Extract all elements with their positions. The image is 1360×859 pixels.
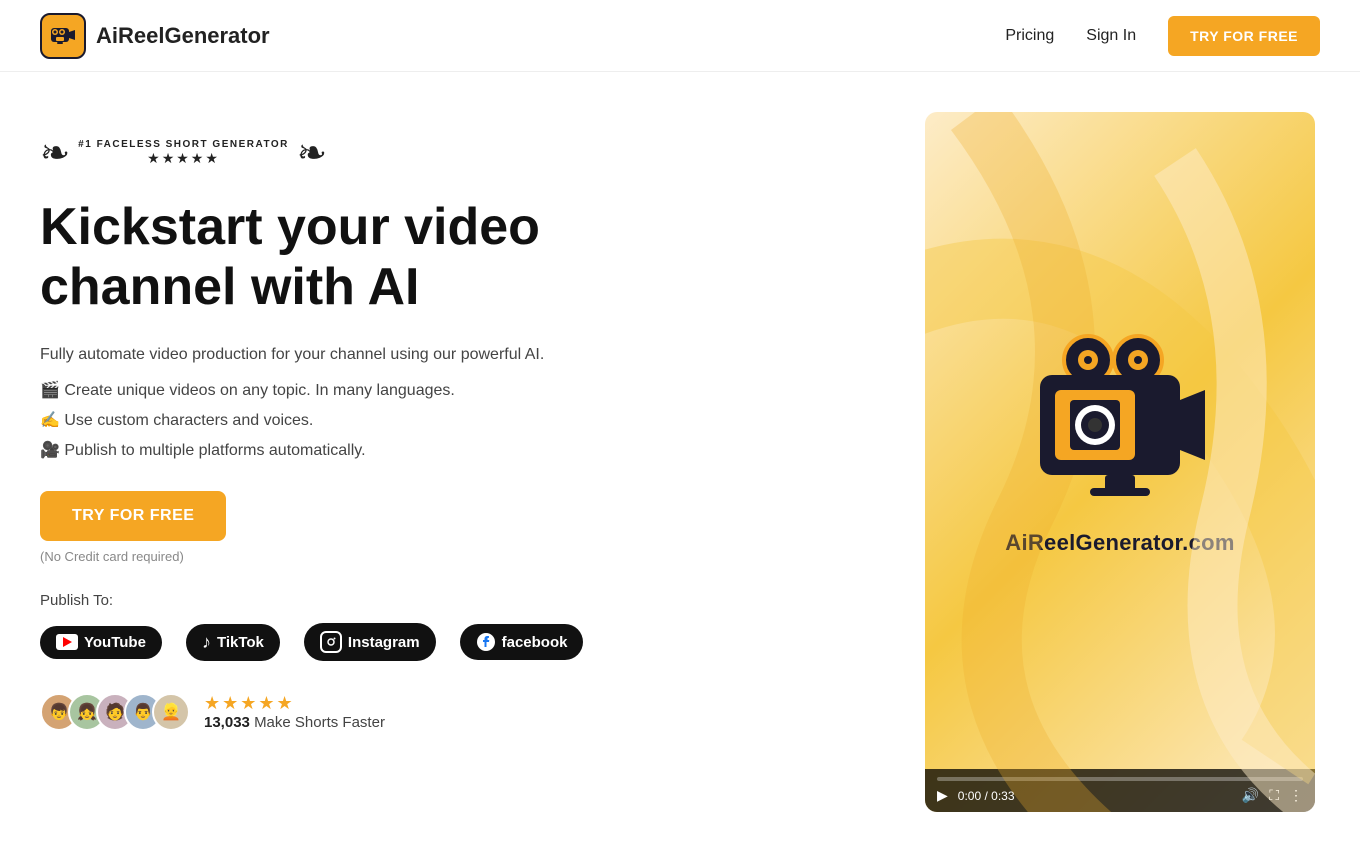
play-icon[interactable]: ▶ (937, 787, 948, 804)
hero-section: ❧ #1 FACELESS SHORT GENERATOR ★★★★★ ❧ Ki… (0, 72, 1360, 852)
time-display: 0:00 / 0:33 (958, 789, 1232, 803)
youtube-icon (56, 634, 78, 650)
logo-icon (40, 13, 86, 59)
logo-text: AiReelGenerator (96, 23, 270, 49)
controls-row: ▶ 0:00 / 0:33 🔊 ⛶ ⋮ (937, 787, 1303, 804)
avatar-5: 👱 (152, 693, 190, 731)
video-site-text: AiReelGenerator.com (1005, 530, 1234, 556)
laurel-right: ❧ (297, 132, 327, 174)
platform-instagram: Instagram (304, 623, 436, 661)
proof-count: 13,033 (204, 714, 250, 731)
hero-left: ❧ #1 FACELESS SHORT GENERATOR ★★★★★ ❧ Ki… (40, 112, 660, 731)
fullscreen-icon[interactable]: ⛶ (1269, 787, 1279, 804)
video-player[interactable]: AiReelGenerator.com ▶ 0:00 / 0:33 🔊 ⛶ ⋮ (925, 112, 1315, 812)
proof-info: ★★★★★ 13,033 Make Shorts Faster (204, 693, 385, 731)
social-proof: 👦 👧 🧑 👨 👱 ★★★★★ 13,033 Make Shorts Faste… (40, 693, 620, 731)
instagram-icon (320, 631, 342, 653)
nav-links: Pricing Sign In TRY FOR FREE (1005, 16, 1320, 56)
nav-signin[interactable]: Sign In (1086, 27, 1136, 45)
hero-cta-button[interactable]: TRY FOR FREE (40, 491, 226, 541)
camera-icon (1020, 325, 1220, 505)
more-icon[interactable]: ⋮ (1289, 787, 1303, 804)
nav-try-button[interactable]: TRY FOR FREE (1168, 16, 1320, 56)
proof-label: Make Shorts Faster (254, 714, 385, 731)
badge-center: #1 FACELESS SHORT GENERATOR ★★★★★ (78, 139, 289, 167)
facebook-icon (476, 632, 496, 652)
cta-note: (No Credit card required) (40, 549, 620, 564)
logo[interactable]: AiReelGenerator (40, 13, 270, 59)
proof-text: 13,033 Make Shorts Faster (204, 714, 385, 731)
avatar-stack: 👦 👧 🧑 👨 👱 (40, 693, 190, 731)
description: Fully automate video production for your… (40, 342, 620, 368)
tiktok-icon: ♪ (202, 632, 211, 653)
feature-2: ✍️ Use custom characters and voices. (40, 409, 620, 433)
feature-1: 🎬 Create unique videos on any topic. In … (40, 379, 620, 403)
headline: Kickstart your video channel with AI (40, 198, 620, 318)
platforms-list: YouTube ♪ TikTok Instagram (40, 623, 620, 661)
proof-stars: ★★★★★ (204, 693, 385, 714)
award-badge: ❧ #1 FACELESS SHORT GENERATOR ★★★★★ ❧ (40, 132, 620, 174)
facebook-label: facebook (502, 634, 568, 651)
tiktok-label: TikTok (217, 634, 264, 651)
progress-bar[interactable] (937, 777, 1303, 781)
volume-icon[interactable]: 🔊 (1242, 787, 1259, 804)
platform-tiktok: ♪ TikTok (186, 624, 280, 661)
feature-3: 🎥 Publish to multiple platforms automati… (40, 439, 620, 463)
youtube-label: YouTube (84, 634, 146, 651)
badge-title: #1 FACELESS SHORT GENERATOR (78, 139, 289, 150)
hero-right: AiReelGenerator.com ▶ 0:00 / 0:33 🔊 ⛶ ⋮ (925, 112, 1320, 812)
instagram-label: Instagram (348, 634, 420, 651)
badge-stars: ★★★★★ (78, 150, 289, 167)
nav-pricing[interactable]: Pricing (1005, 27, 1054, 45)
platform-youtube: YouTube (40, 626, 162, 659)
publish-label: Publish To: (40, 592, 620, 609)
video-controls[interactable]: ▶ 0:00 / 0:33 🔊 ⛶ ⋮ (925, 769, 1315, 812)
laurel-left: ❧ (40, 132, 70, 174)
feature-list: 🎬 Create unique videos on any topic. In … (40, 379, 620, 463)
video-logo-area: AiReelGenerator.com (1005, 112, 1234, 769)
platform-facebook: facebook (460, 624, 584, 660)
